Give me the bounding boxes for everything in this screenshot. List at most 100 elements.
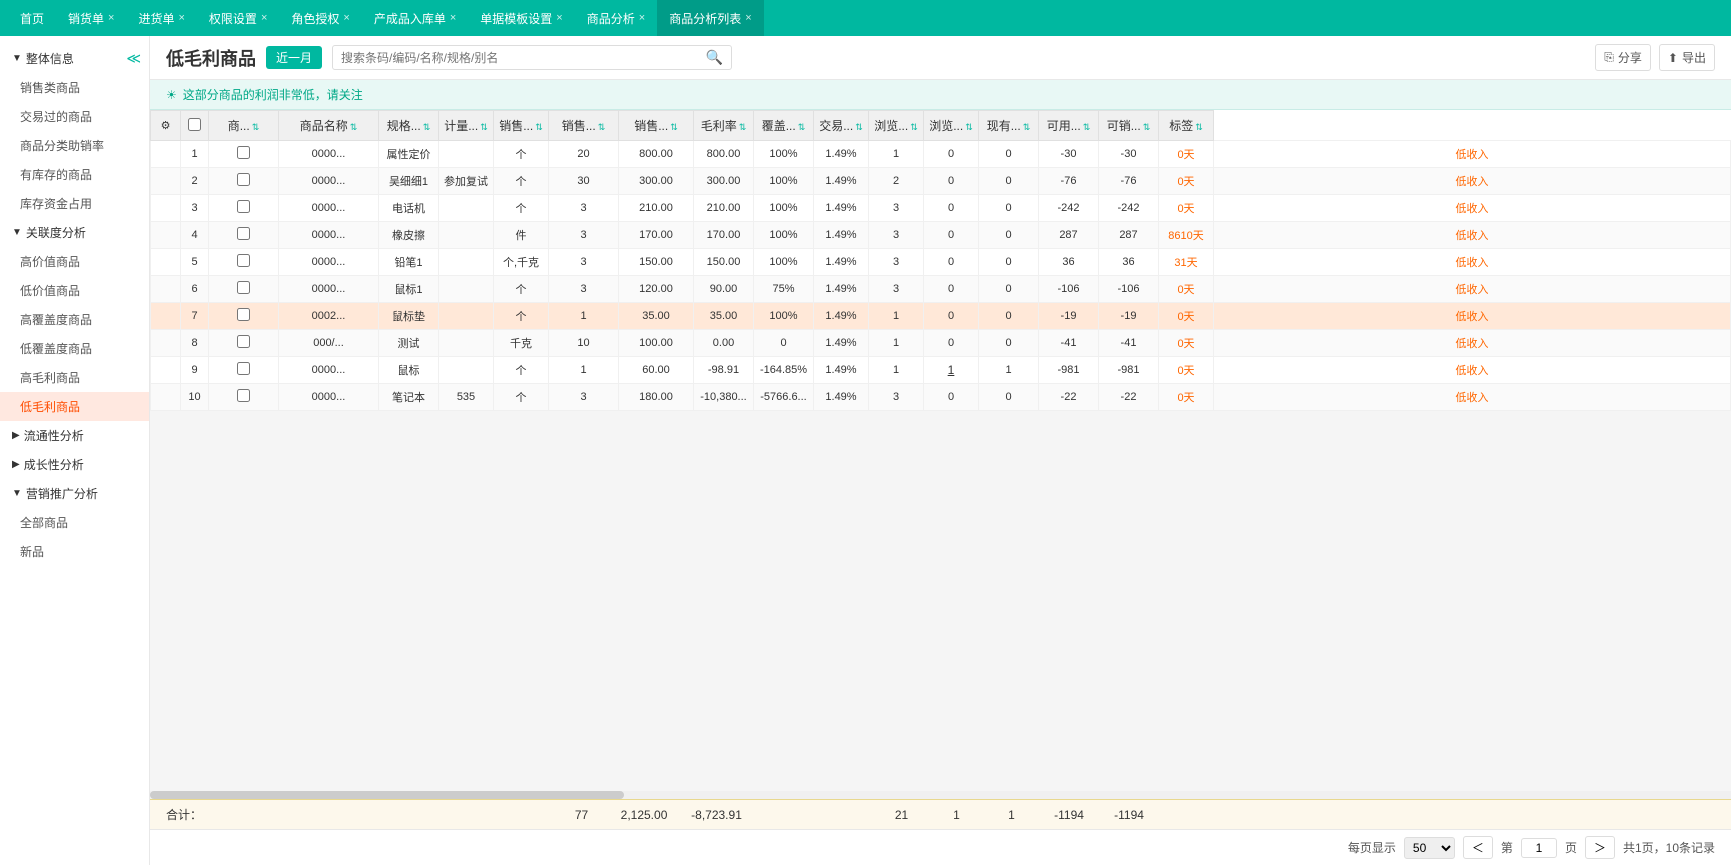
page-input[interactable]	[1521, 838, 1557, 858]
totals-sales-qty: 77	[554, 808, 609, 822]
nav-product-analysis[interactable]: 商品分析 ×	[575, 0, 657, 36]
row-checkbox-cell[interactable]	[209, 195, 279, 222]
sidebar-item-high-value[interactable]: 高价值商品	[0, 247, 149, 276]
sales-qty-column-header[interactable]: 销售...⇅	[494, 111, 549, 141]
close-icon[interactable]: ×	[108, 12, 114, 24]
sales-profit-column-header[interactable]: 销售...⇅	[619, 111, 694, 141]
checkbox-column-header[interactable]	[181, 111, 209, 141]
sidebar-item-sales-goods[interactable]: 销售类商品	[0, 73, 149, 102]
row-checkbox[interactable]	[237, 254, 250, 267]
views2-column-header[interactable]: 浏览...⇅	[924, 111, 979, 141]
row-gross-rate-cell: 100%	[754, 222, 814, 249]
sidebar-item-high-coverage[interactable]: 高覆盖度商品	[0, 305, 149, 334]
prev-page-button[interactable]: ＜	[1463, 836, 1493, 859]
table-row: 7 0002... 鼠标垫 个 1 35.00 35.00 100% 1.49%…	[151, 303, 1731, 330]
sidebar-group-marketing[interactable]: ▼ 营销推广分析	[0, 479, 149, 508]
transactions-column-header[interactable]: 交易...⇅	[814, 111, 869, 141]
nav-home[interactable]: 首页	[8, 0, 56, 36]
row-checkbox[interactable]	[237, 389, 250, 402]
page-size-select[interactable]: 50 100 200	[1404, 837, 1455, 859]
unit-column-header[interactable]: 计量...⇅	[439, 111, 494, 141]
nav-purchase-order[interactable]: 进货单 ×	[126, 0, 196, 36]
row-sales-qty-cell: 3	[549, 276, 619, 303]
current-stock-column-header[interactable]: 现有...⇅	[979, 111, 1039, 141]
row-code-cell: 0002...	[279, 303, 379, 330]
nav-product-analysis-list[interactable]: 商品分析列表 ×	[657, 0, 763, 36]
row-spec-cell	[439, 303, 494, 330]
row-gross-rate-cell: 100%	[754, 141, 814, 168]
row-checkbox-cell[interactable]	[209, 357, 279, 384]
sidebar-item-category-rate[interactable]: 商品分类助销率	[0, 131, 149, 160]
row-no-cell: 2	[181, 168, 209, 195]
sidebar-item-low-coverage[interactable]: 低覆盖度商品	[0, 334, 149, 363]
sidebar-item-all-goods[interactable]: 全部商品	[0, 508, 149, 537]
gross-rate-column-header[interactable]: 毛利率⇅	[694, 111, 754, 141]
row-settings-cell	[151, 249, 181, 276]
sidebar-item-stock-capital[interactable]: 库存资金占用	[0, 189, 149, 218]
row-name-cell: 铅笔1	[379, 249, 439, 276]
row-checkbox-cell[interactable]	[209, 330, 279, 357]
row-checkbox[interactable]	[237, 173, 250, 186]
table-row: 9 0000... 鼠标 个 1 60.00 -98.91 -164.85% 1…	[151, 357, 1731, 384]
row-checkbox[interactable]	[237, 308, 250, 321]
sidebar-item-low-margin[interactable]: 低毛利商品	[0, 392, 149, 421]
sidebar-item-new-goods[interactable]: 新品	[0, 537, 149, 566]
close-icon[interactable]: ×	[343, 12, 349, 24]
close-icon[interactable]: ×	[178, 12, 184, 24]
close-icon[interactable]: ×	[745, 12, 751, 24]
sidebar-group-overall-info[interactable]: ▼ 整体信息	[0, 44, 118, 73]
name-column-header[interactable]: 商品名称⇅	[279, 111, 379, 141]
nav-permission-settings[interactable]: 权限设置 ×	[197, 0, 279, 36]
select-all-checkbox[interactable]	[188, 118, 201, 131]
settings-column-header[interactable]: ⚙	[151, 111, 181, 141]
sidebar-item-low-value[interactable]: 低价值商品	[0, 276, 149, 305]
close-icon[interactable]: ×	[556, 12, 562, 24]
nav-finished-goods[interactable]: 产成品入库单 ×	[362, 0, 468, 36]
sidebar-item-traded-goods[interactable]: 交易过的商品	[0, 102, 149, 131]
row-checkbox[interactable]	[237, 227, 250, 240]
available-column-header[interactable]: 可用...⇅	[1039, 111, 1099, 141]
row-checkbox-cell[interactable]	[209, 276, 279, 303]
search-input[interactable]	[341, 51, 706, 65]
share-button[interactable]: ⎘ 分享	[1595, 44, 1651, 71]
row-checkbox-cell[interactable]	[209, 222, 279, 249]
sidebar-item-high-margin[interactable]: 高毛利商品	[0, 363, 149, 392]
row-checkbox[interactable]	[237, 281, 250, 294]
close-icon[interactable]: ×	[261, 12, 267, 24]
sidebar-collapse-button[interactable]: ≪	[122, 48, 145, 69]
row-checkbox[interactable]	[237, 200, 250, 213]
nav-template-settings[interactable]: 单据模板设置 ×	[468, 0, 574, 36]
spec-column-header[interactable]: 规格...⇅	[379, 111, 439, 141]
views1-link[interactable]: 1	[948, 363, 955, 377]
row-checkbox-cell[interactable]	[209, 303, 279, 330]
code-column-header[interactable]: 商...⇅	[209, 111, 279, 141]
table-row: 3 0000... 电话机 个 3 210.00 210.00 100% 1.4…	[151, 195, 1731, 222]
row-checkbox[interactable]	[237, 362, 250, 375]
sidebar-item-in-stock[interactable]: 有库存的商品	[0, 160, 149, 189]
row-checkbox-cell[interactable]	[209, 384, 279, 411]
sidebar-group-relevance[interactable]: ▼ 关联度分析	[0, 218, 149, 247]
nav-sales-order[interactable]: 销货单 ×	[56, 0, 126, 36]
horizontal-scrollbar[interactable]	[150, 791, 1731, 799]
close-icon[interactable]: ×	[639, 12, 645, 24]
row-checkbox-cell[interactable]	[209, 141, 279, 168]
row-checkbox[interactable]	[237, 335, 250, 348]
coverage-column-header[interactable]: 覆盖...⇅	[754, 111, 814, 141]
nav-role-auth[interactable]: 角色授权 ×	[279, 0, 361, 36]
date-filter-button[interactable]: 近一月	[266, 46, 322, 69]
row-views1-cell[interactable]: 1	[924, 357, 979, 384]
scrollbar-thumb[interactable]	[150, 791, 624, 799]
sales-amount-column-header[interactable]: 销售...⇅	[549, 111, 619, 141]
search-icon[interactable]: 🔍	[706, 49, 723, 66]
close-icon[interactable]: ×	[450, 12, 456, 24]
row-checkbox-cell[interactable]	[209, 168, 279, 195]
saleable-column-header[interactable]: 可销...⇅	[1099, 111, 1159, 141]
next-page-button[interactable]: ＞	[1585, 836, 1615, 859]
sidebar-group-liquidity[interactable]: ▶ 流通性分析	[0, 421, 149, 450]
row-checkbox-cell[interactable]	[209, 249, 279, 276]
views1-column-header[interactable]: 浏览...⇅	[869, 111, 924, 141]
tag-column-header[interactable]: 标签⇅	[1159, 111, 1214, 141]
sidebar-group-growth[interactable]: ▶ 成长性分析	[0, 450, 149, 479]
export-button[interactable]: ⬆ 导出	[1659, 44, 1715, 71]
row-checkbox[interactable]	[237, 146, 250, 159]
